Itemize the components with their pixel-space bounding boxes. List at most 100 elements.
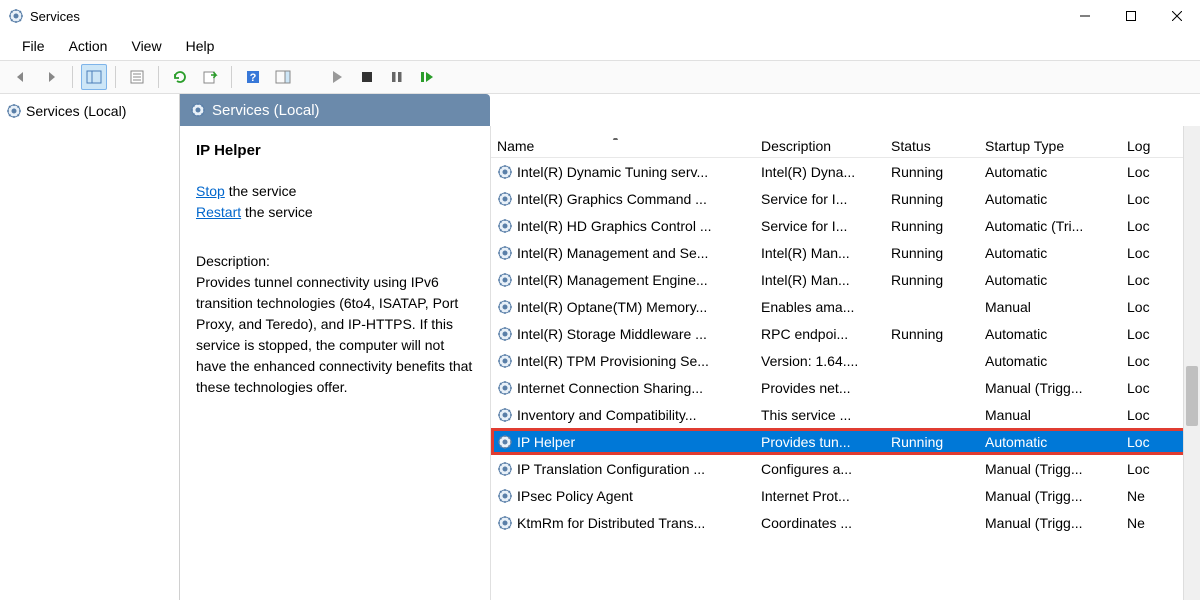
gear-icon	[497, 353, 513, 369]
toolbar: ?	[0, 60, 1200, 94]
show-hide-action-pane-button[interactable]	[270, 64, 296, 90]
minimize-button[interactable]	[1062, 0, 1108, 32]
column-name[interactable]: Name ▲	[491, 138, 761, 154]
service-row[interactable]: Intel(R) Graphics Command ...Service for…	[491, 185, 1200, 212]
properties-button[interactable]	[124, 64, 150, 90]
service-description-cell: Internet Prot...	[761, 488, 891, 504]
close-button[interactable]	[1154, 0, 1200, 32]
gear-icon	[497, 407, 513, 423]
description-text: Provides tunnel connectivity using IPv6 …	[196, 272, 474, 398]
column-startup-type[interactable]: Startup Type	[985, 138, 1127, 154]
service-description-cell: Version: 1.64....	[761, 353, 891, 369]
service-row[interactable]: KtmRm for Distributed Trans...Coordinate…	[491, 509, 1200, 536]
service-startup-cell: Manual (Trigg...	[985, 461, 1127, 477]
stop-service-button[interactable]	[354, 64, 380, 90]
service-list: Name ▲ Description Status Startup Type L…	[490, 126, 1200, 600]
service-row[interactable]: Intel(R) Optane(TM) Memory...Enables ama…	[491, 293, 1200, 320]
service-name-cell: IP Helper	[517, 434, 575, 450]
service-name-cell: Intel(R) Management Engine...	[517, 272, 708, 288]
svg-text:?: ?	[250, 72, 257, 84]
service-logon-cell: Loc	[1127, 245, 1167, 261]
service-startup-cell: Manual (Trigg...	[985, 488, 1127, 504]
column-headers: Name ▲ Description Status Startup Type L…	[491, 126, 1200, 158]
vertical-scrollbar[interactable]	[1183, 126, 1200, 600]
menu-action[interactable]: Action	[59, 34, 118, 58]
service-startup-cell: Manual (Trigg...	[985, 380, 1127, 396]
forward-button[interactable]	[38, 64, 64, 90]
service-row[interactable]: Internet Connection Sharing...Provides n…	[491, 374, 1200, 401]
service-name-cell: Intel(R) HD Graphics Control ...	[517, 218, 712, 234]
service-row[interactable]: Inventory and Compatibility...This servi…	[491, 401, 1200, 428]
service-row[interactable]: Intel(R) Dynamic Tuning serv...Intel(R) …	[491, 158, 1200, 185]
gear-icon	[497, 515, 513, 531]
service-logon-cell: Loc	[1127, 461, 1167, 477]
service-status-cell: Running	[891, 272, 985, 288]
service-name-cell: Intel(R) Management and Se...	[517, 245, 708, 261]
gear-icon	[497, 218, 513, 234]
service-logon-cell: Ne	[1127, 488, 1167, 504]
service-description-cell: Coordinates ...	[761, 515, 891, 531]
service-logon-cell: Loc	[1127, 164, 1167, 180]
help-button[interactable]: ?	[240, 64, 266, 90]
start-service-button[interactable]	[324, 64, 350, 90]
service-status-cell: Running	[891, 164, 985, 180]
service-row[interactable]: Intel(R) Management and Se...Intel(R) Ma…	[491, 239, 1200, 266]
maximize-button[interactable]	[1108, 0, 1154, 32]
service-description-cell: Provides tun...	[761, 434, 891, 450]
service-logon-cell: Loc	[1127, 272, 1167, 288]
titlebar: Services	[0, 0, 1200, 32]
tree-node-services-local[interactable]: Services (Local)	[0, 100, 179, 122]
service-status-cell: Running	[891, 245, 985, 261]
gear-icon	[497, 299, 513, 315]
service-logon-cell: Loc	[1127, 326, 1167, 342]
service-row[interactable]: Intel(R) TPM Provisioning Se... Version: …	[491, 347, 1200, 374]
column-log-on-as[interactable]: Log	[1127, 138, 1167, 154]
column-status[interactable]: Status	[891, 138, 985, 154]
service-startup-cell: Manual	[985, 407, 1127, 423]
menu-file[interactable]: File	[12, 34, 55, 58]
service-startup-cell: Automatic	[985, 353, 1127, 369]
service-row[interactable]: Intel(R) HD Graphics Control ...Service …	[491, 212, 1200, 239]
service-row[interactable]: Intel(R) Storage Middleware ...RPC endpo…	[491, 320, 1200, 347]
service-startup-cell: Automatic	[985, 326, 1127, 342]
service-name-cell: Intel(R) Dynamic Tuning serv...	[517, 164, 708, 180]
gear-icon	[497, 488, 513, 504]
export-button[interactable]	[197, 64, 223, 90]
gear-icon	[497, 326, 513, 342]
show-hide-tree-button[interactable]	[81, 64, 107, 90]
service-name-cell: Intel(R) TPM Provisioning Se...	[517, 353, 709, 369]
service-status-cell: Running	[891, 434, 985, 450]
service-description-cell: This service ...	[761, 407, 891, 423]
service-row[interactable]: IP Translation Configuration ...Configur…	[491, 455, 1200, 482]
scrollbar-thumb[interactable]	[1186, 366, 1198, 426]
gear-icon	[6, 103, 22, 119]
pause-service-button[interactable]	[384, 64, 410, 90]
restart-service-link[interactable]: Restart	[196, 204, 241, 220]
service-row[interactable]: IP HelperProvides tun...RunningAutomatic…	[491, 428, 1200, 455]
column-description[interactable]: Description	[761, 138, 891, 154]
selected-service-name: IP Helper	[196, 140, 474, 163]
menu-help[interactable]: Help	[176, 34, 225, 58]
restart-service-button[interactable]	[414, 64, 440, 90]
gear-icon	[497, 245, 513, 261]
service-name-cell: IPsec Policy Agent	[517, 488, 633, 504]
service-description-cell: Provides net...	[761, 380, 891, 396]
service-logon-cell: Loc	[1127, 380, 1167, 396]
refresh-button[interactable]	[167, 64, 193, 90]
service-logon-cell: Loc	[1127, 299, 1167, 315]
service-logon-cell: Loc	[1127, 353, 1167, 369]
service-description-cell: Intel(R) Man...	[761, 272, 891, 288]
back-button[interactable]	[8, 64, 34, 90]
stop-service-link[interactable]: Stop	[196, 183, 225, 199]
service-name-cell: Intel(R) Optane(TM) Memory...	[517, 299, 707, 315]
gear-icon	[497, 434, 513, 450]
tab-services-local[interactable]: Services (Local)	[180, 94, 490, 126]
window-title: Services	[30, 9, 1062, 24]
app-icon	[8, 8, 24, 24]
service-description-cell: Configures a...	[761, 461, 891, 477]
service-row[interactable]: IPsec Policy Agent Internet Prot... Manual…	[491, 482, 1200, 509]
service-description-cell: Service for I...	[761, 191, 891, 207]
service-row[interactable]: Intel(R) Management Engine... Intel(R) Ma…	[491, 266, 1200, 293]
service-logon-cell: Ne	[1127, 515, 1167, 531]
menu-view[interactable]: View	[121, 34, 171, 58]
